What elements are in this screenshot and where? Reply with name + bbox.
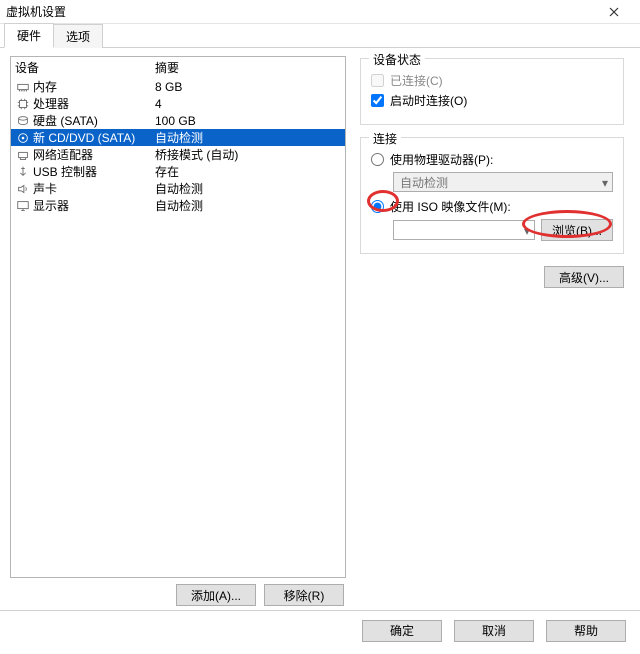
device-name: 内存	[33, 78, 57, 95]
device-list-spacer	[11, 214, 345, 577]
titlebar: 虚拟机设置	[0, 0, 640, 24]
device-list: 设备 摘要 内存 8 GB 处理器 4 硬盘	[10, 56, 346, 578]
connection-group: 连接 使用物理驱动器(P): 自动检测 ▾ 使用 ISO 映像文件(M): ▾ …	[360, 137, 624, 254]
device-row-hdd[interactable]: 硬盘 (SATA) 100 GB	[11, 112, 345, 129]
main-area: 设备 摘要 内存 8 GB 处理器 4 硬盘	[0, 48, 640, 610]
cancel-label: 取消	[482, 622, 506, 639]
device-row-memory[interactable]: 内存 8 GB	[11, 78, 345, 95]
device-summary: 自动检测	[155, 180, 341, 197]
device-name: 新 CD/DVD (SATA)	[33, 129, 135, 146]
device-name: 声卡	[33, 180, 57, 197]
device-name: USB 控制器	[33, 163, 97, 180]
right-column: 设备状态 已连接(C) 启动时连接(O) 连接 使用物理驱动器(P): 自动检测…	[356, 56, 630, 606]
close-button[interactable]	[594, 1, 634, 23]
cpu-icon	[15, 96, 31, 112]
device-buttons: 添加(A)... 移除(R)	[10, 578, 346, 606]
tab-strip: 硬件 选项	[0, 24, 640, 48]
connected-checkbox	[371, 74, 384, 87]
device-summary: 存在	[155, 163, 341, 180]
connected-row[interactable]: 已连接(C)	[371, 72, 613, 89]
device-row-usb[interactable]: USB 控制器 存在	[11, 163, 345, 180]
physical-drive-value: 自动检测	[400, 174, 448, 191]
device-summary: 4	[155, 97, 341, 111]
close-icon	[609, 7, 619, 17]
help-button[interactable]: 帮助	[546, 620, 626, 642]
advanced-button[interactable]: 高级(V)...	[544, 266, 624, 288]
browse-label: 浏览(B)...	[552, 222, 602, 239]
device-row-network[interactable]: 网络适配器 桥接模式 (自动)	[11, 146, 345, 163]
add-device-button[interactable]: 添加(A)...	[176, 584, 256, 606]
iso-row: ▾ 浏览(B)...	[393, 219, 613, 241]
right-actions: 高级(V)...	[360, 266, 624, 288]
speaker-icon	[15, 181, 31, 197]
remove-device-button[interactable]: 移除(R)	[264, 584, 344, 606]
use-physical-row[interactable]: 使用物理驱动器(P):	[371, 151, 613, 168]
browse-button[interactable]: 浏览(B)...	[541, 219, 613, 241]
cancel-button[interactable]: 取消	[454, 620, 534, 642]
chevron-down-icon: ▾	[602, 176, 608, 190]
device-summary: 桥接模式 (自动)	[155, 146, 341, 163]
device-row-cpu[interactable]: 处理器 4	[11, 95, 345, 112]
add-device-label: 添加(A)...	[191, 587, 241, 604]
monitor-icon	[15, 198, 31, 214]
advanced-label: 高级(V)...	[559, 269, 609, 286]
device-name: 显示器	[33, 197, 69, 214]
device-name: 硬盘 (SATA)	[33, 112, 98, 129]
device-row-cddvd[interactable]: 新 CD/DVD (SATA) 自动检测	[11, 129, 345, 146]
header-summary: 摘要	[155, 59, 341, 76]
connection-legend: 连接	[369, 130, 401, 147]
header-device: 设备	[15, 59, 155, 76]
device-status-group: 设备状态 已连接(C) 启动时连接(O)	[360, 58, 624, 125]
device-summary: 100 GB	[155, 114, 341, 128]
device-name: 处理器	[33, 95, 69, 112]
tab-hardware[interactable]: 硬件	[4, 23, 54, 48]
ok-button[interactable]: 确定	[362, 620, 442, 642]
use-physical-label: 使用物理驱动器(P):	[390, 151, 493, 168]
use-iso-radio[interactable]	[371, 200, 384, 213]
device-row-sound[interactable]: 声卡 自动检测	[11, 180, 345, 197]
tab-options-label: 选项	[66, 30, 90, 44]
iso-path-combo[interactable]: ▾	[393, 220, 535, 240]
disk-icon	[15, 113, 31, 129]
ok-label: 确定	[390, 622, 414, 639]
remove-device-label: 移除(R)	[284, 587, 325, 604]
connect-poweron-checkbox[interactable]	[371, 94, 384, 107]
left-column: 设备 摘要 内存 8 GB 处理器 4 硬盘	[10, 56, 346, 606]
connected-label: 已连接(C)	[390, 72, 443, 89]
usb-icon	[15, 164, 31, 180]
use-physical-radio[interactable]	[371, 153, 384, 166]
memory-icon	[15, 79, 31, 95]
tab-hardware-label: 硬件	[17, 29, 41, 43]
device-row-display[interactable]: 显示器 自动检测	[11, 197, 345, 214]
help-label: 帮助	[574, 622, 598, 639]
dialog-buttons: 确定 取消 帮助	[0, 610, 640, 650]
device-summary: 自动检测	[155, 197, 341, 214]
network-icon	[15, 147, 31, 163]
device-summary: 8 GB	[155, 80, 341, 94]
use-iso-row[interactable]: 使用 ISO 映像文件(M):	[371, 198, 613, 215]
chevron-down-icon[interactable]: ▾	[524, 224, 530, 238]
cd-icon	[15, 130, 31, 146]
tab-options[interactable]: 选项	[53, 24, 103, 48]
device-list-header: 设备 摘要	[11, 57, 345, 78]
device-status-legend: 设备状态	[369, 51, 425, 68]
device-name: 网络适配器	[33, 146, 93, 163]
window-title: 虚拟机设置	[6, 3, 594, 20]
physical-drive-combo: 自动检测 ▾	[393, 172, 613, 192]
device-summary: 自动检测	[155, 129, 341, 146]
connect-poweron-label: 启动时连接(O)	[390, 92, 467, 109]
connect-poweron-row[interactable]: 启动时连接(O)	[371, 92, 613, 109]
use-iso-label: 使用 ISO 映像文件(M):	[390, 198, 511, 215]
